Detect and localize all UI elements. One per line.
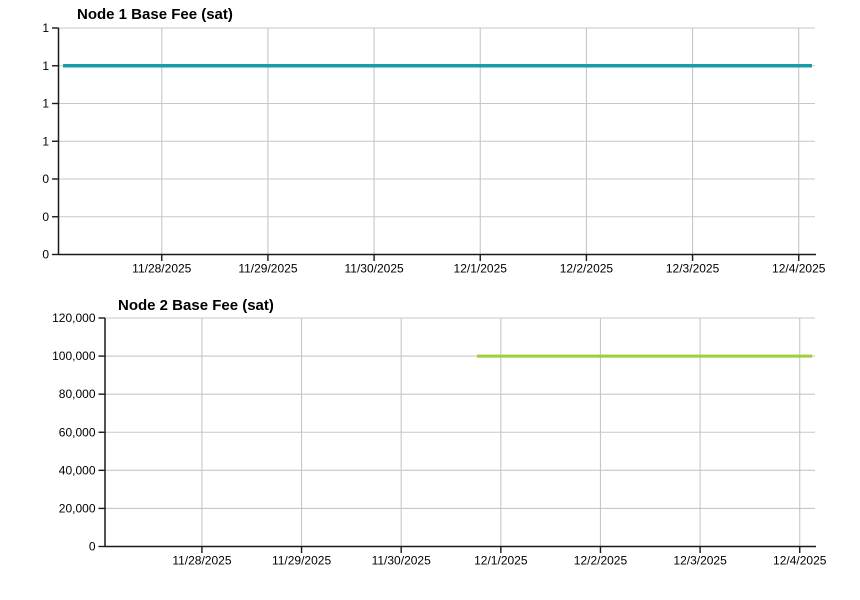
x-tick-label: 12/3/2025 [673, 554, 727, 568]
x-tick-label: 12/4/2025 [773, 554, 827, 568]
x-tick-label: 12/2/2025 [574, 554, 628, 568]
x-tick-label: 11/28/2025 [172, 554, 231, 568]
y-tick-label: 40,000 [59, 463, 96, 477]
x-tick-label: 12/1/2025 [474, 554, 528, 568]
x-tick-label: 11/30/2025 [372, 554, 431, 568]
y-tick-label: 80,000 [59, 387, 96, 401]
chart-node2-plot: 120,000 100,000 80,000 60,000 40,000 20,000 0 1… [0, 0, 860, 600]
y-tick-label: 120,000 [52, 311, 96, 325]
chart-node2-base-fee: Node 2 Base Fee (sat) 120,000100,00080,0… [0, 0, 860, 600]
base-fee-dashboard: { "page": { "background": "#ffffff" }, "… [0, 0, 860, 600]
y-tick-label: 0 [89, 540, 96, 554]
y-tick-label: 20,000 [59, 501, 96, 515]
x-tick-label: 11/29/2025 [272, 554, 331, 568]
y-tick-label: 60,000 [59, 425, 96, 439]
y-tick-label: 100,000 [52, 349, 96, 363]
